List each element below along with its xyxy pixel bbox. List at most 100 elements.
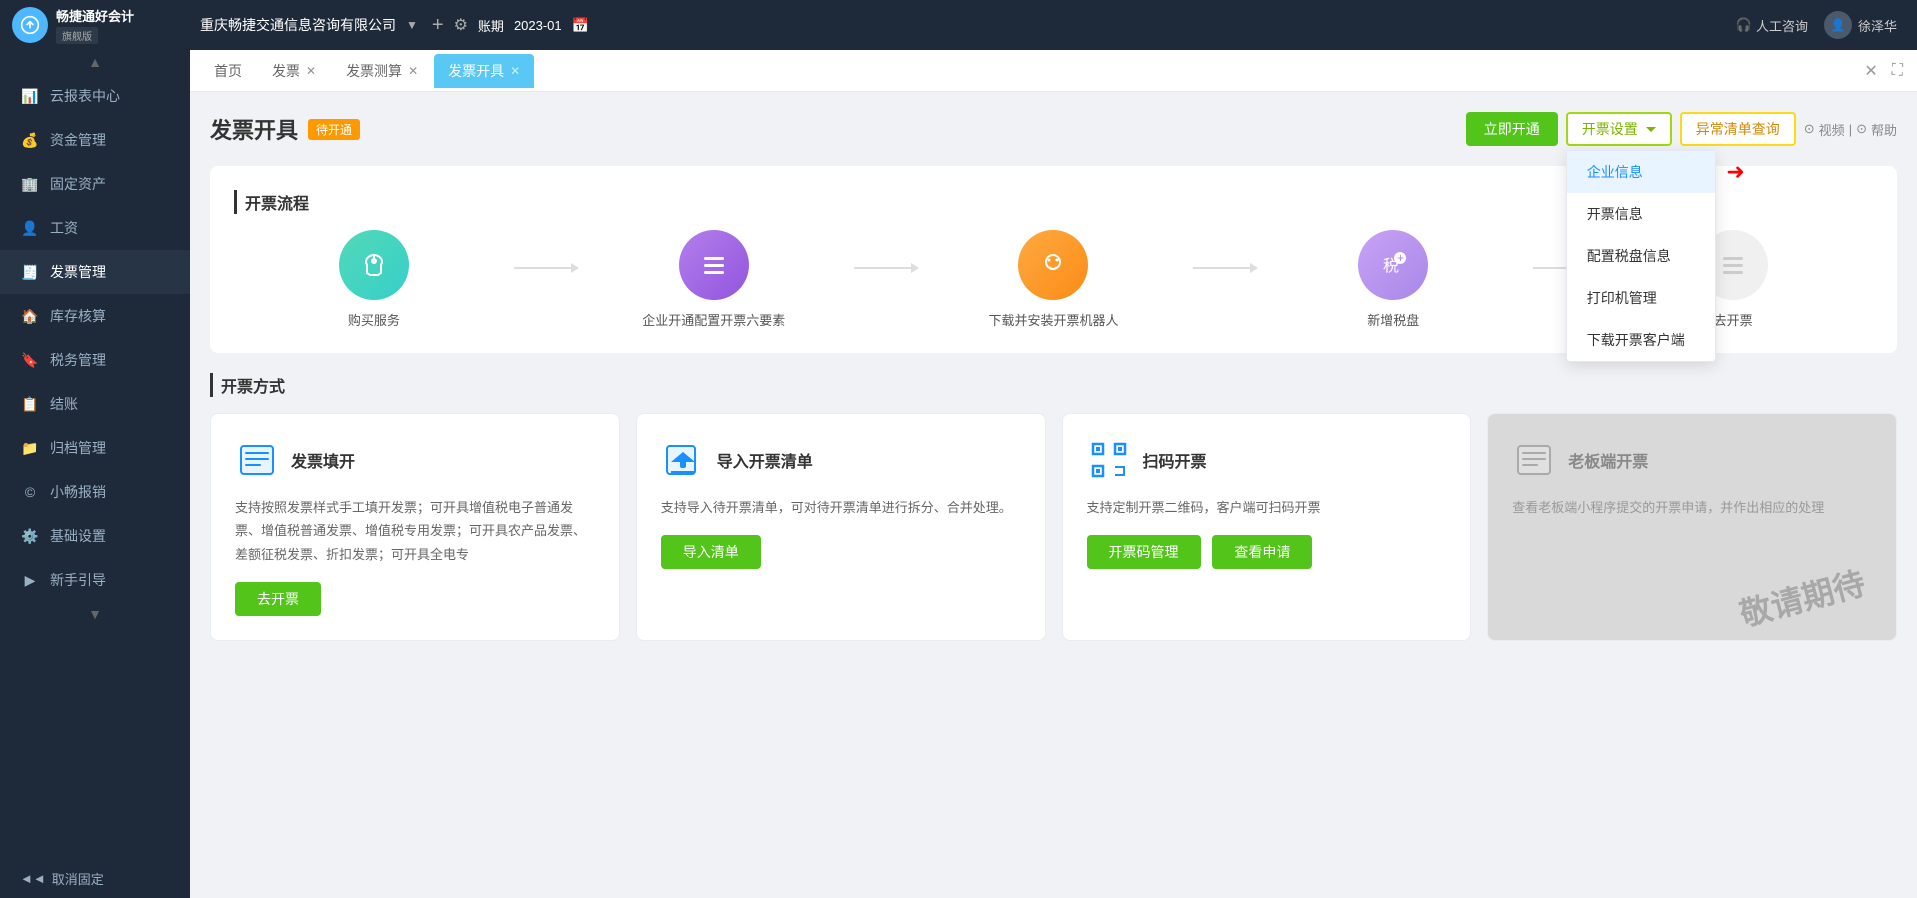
sidebar-scroll-down[interactable]: ▼ (0, 602, 190, 626)
abnormal-btn[interactable]: 异常清单查询 (1680, 112, 1796, 146)
fill-go-btn[interactable]: 去开票 (235, 582, 321, 616)
settings-btn[interactable]: 开票设置 (1566, 112, 1672, 146)
sidebar-item-inventory[interactable]: 🏠 库存核算 (0, 294, 190, 338)
user-btn[interactable]: 👤 徐泽华 (1824, 11, 1897, 39)
base-icon: ⚙️ (20, 526, 40, 546)
dropdown-item-tax-config[interactable]: 配置税盘信息 (1567, 235, 1715, 277)
report-icon: © (20, 482, 40, 502)
cancel-pin-label: 取消固定 (52, 869, 104, 888)
tax-icon: 🔖 (20, 350, 40, 370)
logo-icon (12, 7, 48, 43)
sidebar-item-base[interactable]: ⚙️ 基础设置 (0, 514, 190, 558)
printer-label: 打印机管理 (1587, 290, 1657, 306)
settle-icon: 📋 (20, 394, 40, 414)
activate-btn[interactable]: 立即开通 (1466, 112, 1558, 146)
tab-invoice-list-close[interactable]: ✕ (306, 64, 316, 78)
sidebar-label-cloud-report: 云报表中心 (50, 86, 120, 106)
method-card-boss: 老板端开票 查看老板端小程序提交的开票申请，并作出相应的处理 敬请期待 (1487, 413, 1897, 641)
sidebar-scroll-up[interactable]: ▲ (0, 50, 190, 74)
add-company-btn[interactable]: + (432, 14, 444, 37)
tab-invoice-issue-close[interactable]: ✕ (510, 64, 520, 78)
sidebar-item-settle[interactable]: 📋 结账 (0, 382, 190, 426)
logo-area: 畅捷通好会计 旗舰版 (0, 6, 190, 44)
invoice-icon: 🧾 (20, 262, 40, 282)
method-card-fill: 发票填开 支持按照发票样式手工填开发票；可开具增值税电子普通发票、增值税普通发票… (210, 413, 620, 641)
step-config-label: 企业开通配置开票六要素 (642, 310, 785, 329)
dropdown-chevron[interactable]: ▼ (406, 18, 418, 32)
import-method-desc: 支持导入待开票清单，可对待开票清单进行拆分、合并处理。 (661, 496, 1021, 519)
sidebar-label-settle: 结账 (50, 394, 78, 414)
logo-badge: 旗舰版 (56, 27, 98, 44)
boss-method-desc: 查看老板端小程序提交的开票申请，并作出相应的处理 (1512, 496, 1872, 519)
sidebar-item-report[interactable]: © 小畅报销 (0, 470, 190, 514)
flow-step-download: 下载并安装开票机器人 (914, 230, 1194, 329)
sidebar-item-tax[interactable]: 🔖 税务管理 (0, 338, 190, 382)
import-method-icon (661, 438, 705, 482)
tax-config-label: 配置税盘信息 (1587, 248, 1671, 264)
import-btn[interactable]: 导入清单 (661, 535, 761, 569)
fill-method-icon (235, 438, 279, 482)
play-icon: ⊙ (1804, 121, 1815, 137)
method-card-import: 导入开票清单 支持导入待开票清单，可对待开票清单进行拆分、合并处理。 导入清单 (636, 413, 1046, 641)
cloud-report-icon: 📊 (20, 86, 40, 106)
dropdown-item-invoice-info[interactable]: 开票信息 (1567, 193, 1715, 235)
scan-apply-btn[interactable]: 查看申请 (1212, 535, 1312, 569)
sidebar-label-report: 小畅报销 (50, 482, 106, 502)
tab-invoice-issue[interactable]: 发票开具 ✕ (434, 54, 534, 88)
dropdown-item-company-info[interactable]: 企业信息 ➜ (1567, 151, 1715, 193)
sidebar-item-salary[interactable]: 👤 工资 (0, 206, 190, 250)
calendar-icon[interactable]: 📅 (572, 17, 589, 34)
tab-close-all-icon[interactable]: ✕ (1856, 61, 1885, 81)
step-download-label: 下载并安装开票机器人 (988, 310, 1118, 329)
cancel-pin-btn[interactable]: ◄◄ 取消固定 (0, 859, 190, 898)
tab-home[interactable]: 首页 (200, 54, 256, 88)
sidebar-label-archive: 归档管理 (50, 438, 106, 458)
fund-icon: 💰 (20, 130, 40, 150)
tab-invoice-calc-close[interactable]: ✕ (408, 64, 418, 78)
fill-method-desc: 支持按照发票样式手工填开发票；可开具增值税电子普通发票、增值税普通发票、增值税专… (235, 496, 595, 566)
overlay-text: 敬请期待 (1734, 558, 1870, 636)
sidebar-item-asset[interactable]: 🏢 固定资产 (0, 162, 190, 206)
tab-invoice-issue-label: 发票开具 (448, 61, 504, 81)
methods-section-title: 开票方式 (210, 373, 1897, 397)
sidebar-item-invoice[interactable]: 🧾 发票管理 (0, 250, 190, 294)
video-label: 视频 (1819, 120, 1845, 139)
tab-invoice-list[interactable]: 发票 ✕ (258, 54, 330, 88)
scan-method-icon (1087, 438, 1131, 482)
sidebar-item-guide[interactable]: ▶ 新手引导 (0, 558, 190, 602)
tab-invoice-calc-label: 发票测算 (346, 61, 402, 81)
sidebar-label-inventory: 库存核算 (50, 306, 106, 326)
scan-code-btn[interactable]: 开票码管理 (1087, 535, 1201, 569)
step-icon-add-tax: 税+ (1358, 230, 1428, 300)
headset-icon: 🎧 (1736, 17, 1752, 33)
support-btn[interactable]: 🎧 人工咨询 (1736, 16, 1808, 35)
download-client-label: 下载开票客户端 (1587, 332, 1685, 348)
step-icon-config (679, 230, 749, 300)
boss-method-icon (1512, 438, 1556, 482)
sidebar-label-asset: 固定资产 (50, 174, 106, 194)
settings-dropdown: 企业信息 ➜ 开票信息 配置税盘信息 打印机管理 (1566, 150, 1716, 362)
fill-method-title: 发票填开 (291, 448, 355, 472)
settings-label: 开票设置 (1582, 119, 1638, 139)
salary-icon: 👤 (20, 218, 40, 238)
help-question-icon: ⊙ (1856, 121, 1867, 137)
video-btn[interactable]: ⊙ 视频 | ⊙ 帮助 (1804, 120, 1897, 139)
sidebar-item-fund[interactable]: 💰 资金管理 (0, 118, 190, 162)
flow-step-config: 企业开通配置开票六要素 (574, 230, 854, 329)
settings-dropdown-arrow (1646, 127, 1656, 132)
sidebar-label-tax: 税务管理 (50, 350, 106, 370)
sidebar-label-fund: 资金管理 (50, 130, 106, 150)
tab-maximize-icon[interactable]: ⛶ (1888, 62, 1907, 80)
import-method-title: 导入开票清单 (717, 448, 813, 472)
sidebar-item-cloud-report[interactable]: 📊 云报表中心 (0, 74, 190, 118)
tab-home-label: 首页 (214, 61, 242, 81)
dropdown-item-printer[interactable]: 打印机管理 (1567, 277, 1715, 319)
step-icon-download (1018, 230, 1088, 300)
dropdown-item-download-client[interactable]: 下载开票客户端 (1567, 319, 1715, 361)
step-go-issue-label: 去开票 (1714, 310, 1753, 329)
tab-invoice-calc[interactable]: 发票测算 ✕ (332, 54, 432, 88)
company-name[interactable]: 重庆畅捷交通信息咨询有限公司 (200, 15, 396, 35)
settings-gear-icon[interactable]: ⚙ (454, 15, 468, 35)
period-label: 账期 (478, 16, 504, 35)
sidebar-item-archive[interactable]: 📁 归档管理 (0, 426, 190, 470)
